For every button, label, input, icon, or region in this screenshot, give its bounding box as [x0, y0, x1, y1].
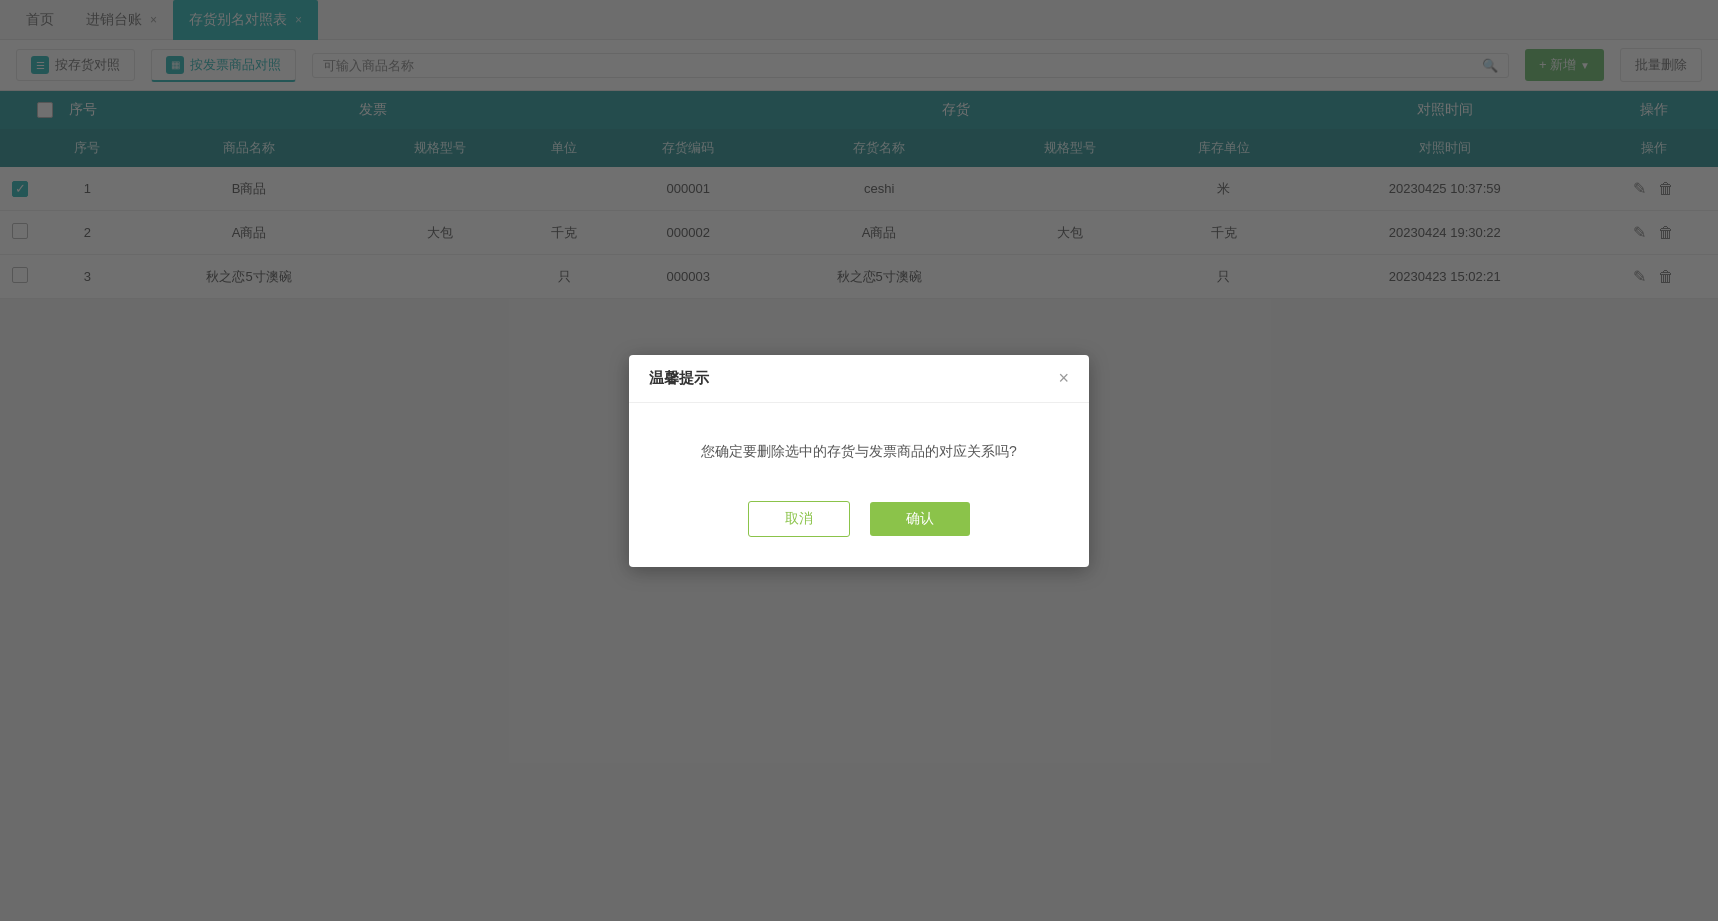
dialog-overlay: 温馨提示 × 您确定要删除选中的存货与发票商品的对应关系吗? 取消 确认 [0, 0, 1718, 299]
